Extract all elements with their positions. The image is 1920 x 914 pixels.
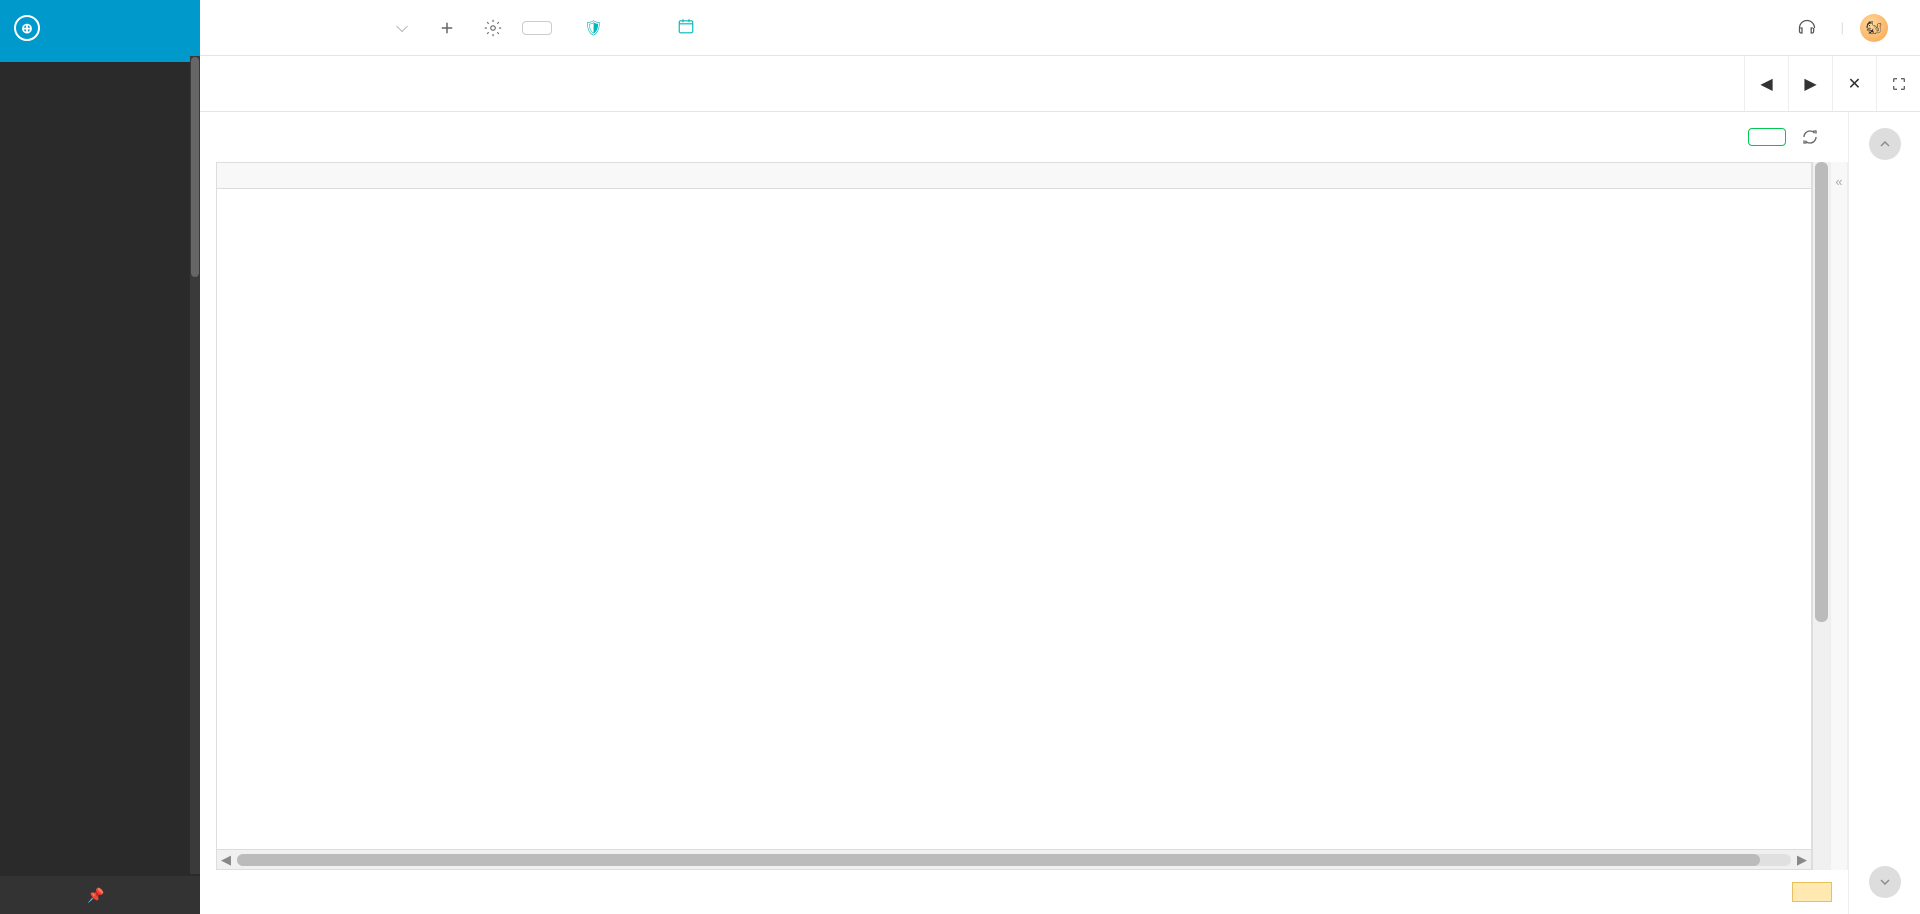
calendar-icon[interactable]	[677, 17, 695, 38]
add-button[interactable]	[430, 11, 464, 45]
sidebar: ⊕ 📌	[0, 0, 200, 914]
reset-button[interactable]	[1748, 128, 1786, 146]
edition-label	[0, 54, 200, 62]
nav	[0, 62, 200, 876]
logo: ⊕	[0, 0, 200, 56]
shield-icon: 🛡	[584, 19, 603, 37]
topbar: ⌵ 🛡 | 🐿	[200, 0, 1920, 56]
horizontal-scrollbar[interactable]: ◀ ▶	[217, 849, 1811, 869]
refresh-button[interactable]	[1802, 129, 1824, 145]
verified-badge: 🛡	[584, 19, 609, 37]
vertical-scrollbar[interactable]	[1812, 162, 1830, 870]
consult-button[interactable]	[1797, 18, 1825, 38]
footer	[216, 870, 1848, 914]
chevron-down-icon: ⌵	[396, 19, 408, 37]
unpin-button[interactable]: 📌	[0, 876, 200, 914]
year-panel	[1848, 112, 1920, 914]
tab-scroll-left[interactable]: ◀	[1744, 56, 1788, 111]
tab-close-all[interactable]: ✕	[1832, 56, 1876, 111]
tab-scroll-right[interactable]: ▶	[1788, 56, 1832, 111]
tabbar: ◀ ▶ ✕	[200, 56, 1920, 112]
old-version-button[interactable]	[522, 21, 552, 35]
year-down-button[interactable]	[1869, 866, 1901, 898]
sample-swatch	[1792, 882, 1832, 902]
pin-icon: 📌	[87, 887, 104, 904]
spreadsheet[interactable]: ◀ ▶	[216, 162, 1812, 870]
fullscreen-button[interactable]	[1876, 56, 1920, 111]
sidebar-scrollbar[interactable]	[190, 56, 200, 874]
company-selector[interactable]: ⌵	[216, 13, 418, 43]
year-up-button[interactable]	[1869, 128, 1901, 160]
avatar[interactable]: 🐿	[1860, 14, 1888, 42]
settings-icon-button[interactable]	[476, 11, 510, 45]
collapse-year-panel[interactable]: «	[1830, 162, 1848, 870]
logo-icon: ⊕	[14, 15, 40, 41]
